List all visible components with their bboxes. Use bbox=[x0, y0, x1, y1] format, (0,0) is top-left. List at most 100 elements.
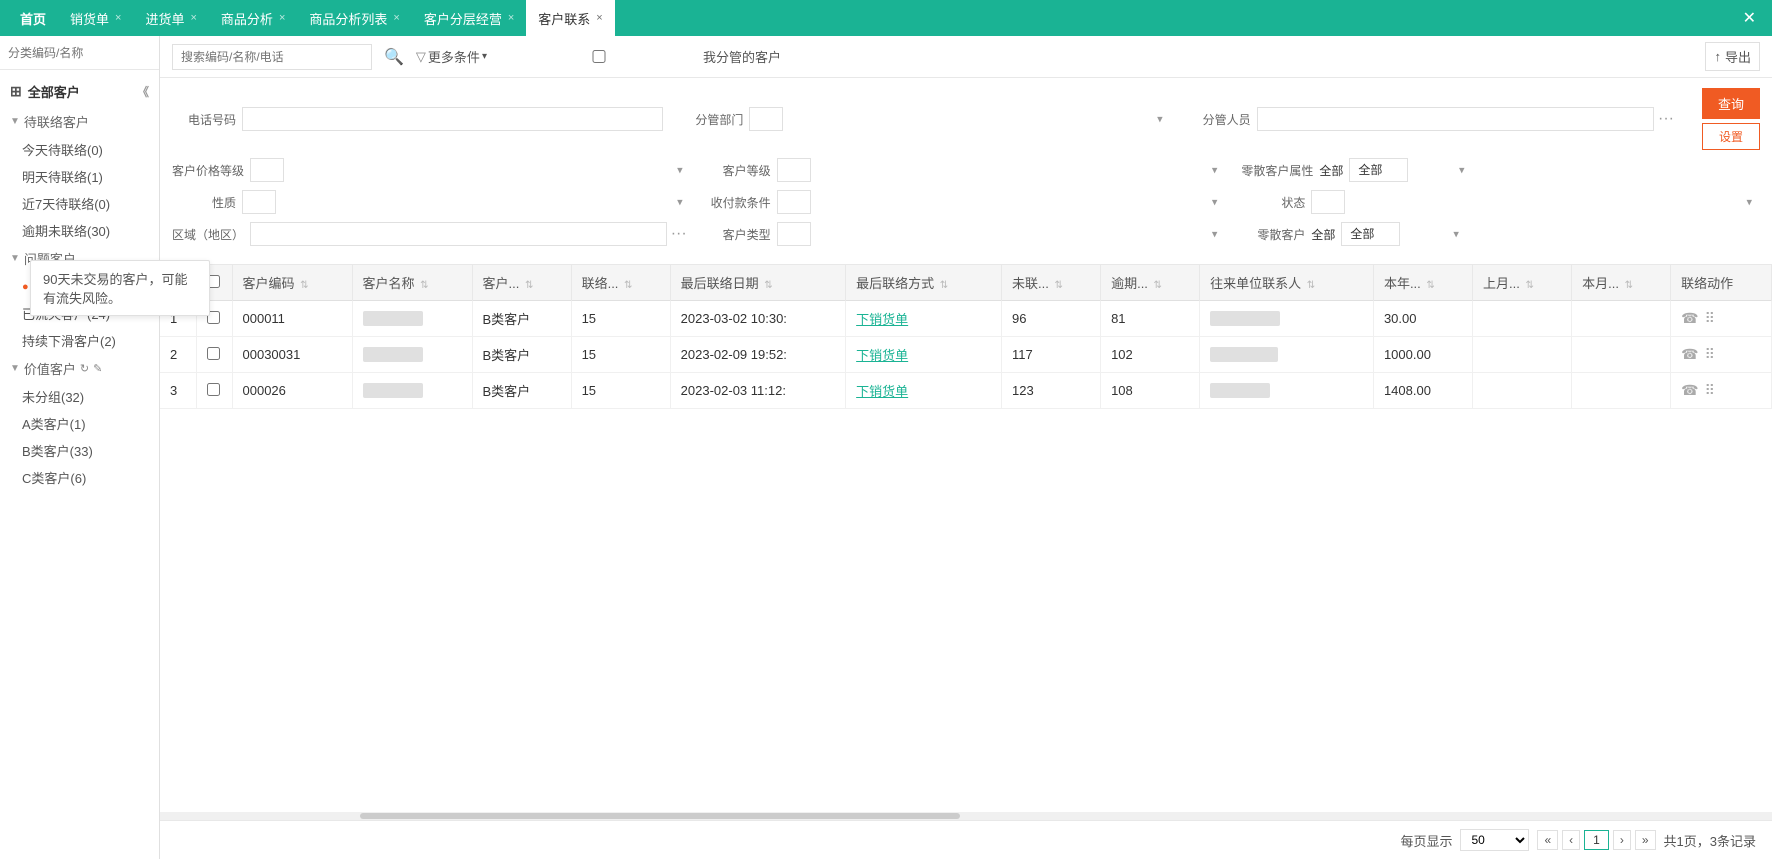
method-link-2[interactable]: 下销货单 bbox=[856, 348, 908, 363]
sidebar-item-overdue[interactable]: 逾期未联络(30) bbox=[0, 217, 159, 244]
col-code-sort[interactable]: ⇅ bbox=[300, 280, 308, 291]
sidebar-item-class-a[interactable]: A类客户(1) bbox=[0, 410, 159, 437]
next-page-button[interactable]: › bbox=[1613, 830, 1631, 850]
sidebar-item-declining[interactable]: 持续下滑客户(2) bbox=[0, 327, 159, 354]
sidebar-item-tomorrow-label: 明天待联络(1) bbox=[22, 167, 103, 186]
sidebar-item-tomorrow[interactable]: 明天待联络(1) bbox=[0, 163, 159, 190]
col-type-sort[interactable]: ⇅ bbox=[525, 280, 533, 291]
method-link-3[interactable]: 下销货单 bbox=[856, 384, 908, 399]
prev-page-button[interactable]: ‹ bbox=[1562, 830, 1580, 850]
nav-tab-purchase-close[interactable]: × bbox=[190, 12, 196, 24]
nav-tab-goods-analysis-list[interactable]: 商品分析列表 × bbox=[297, 0, 411, 36]
nav-tab-customer-contact[interactable]: 客户联系 × bbox=[526, 0, 614, 36]
col-last-method-sort[interactable]: ⇅ bbox=[940, 280, 948, 291]
search-input[interactable] bbox=[172, 44, 372, 70]
sidebar-item-ungrouped[interactable]: 未分组(32) bbox=[0, 383, 159, 410]
col-last-month-sort[interactable]: ⇅ bbox=[1525, 280, 1533, 291]
nav-tab-goods-analysis-close[interactable]: × bbox=[279, 12, 285, 24]
sidebar-item-today[interactable]: 今天待联络(0) bbox=[0, 136, 159, 163]
more-action-1[interactable]: ⠿ bbox=[1705, 310, 1715, 327]
contact-action-1[interactable]: ☎ bbox=[1681, 310, 1698, 327]
my-customers-filter[interactable]: 我分管的客户 bbox=[499, 47, 781, 66]
col-contact-num-sort[interactable]: ⇅ bbox=[624, 280, 632, 291]
horizontal-scrollbar[interactable] bbox=[160, 812, 1772, 820]
filter-field-status: 状态 bbox=[1241, 190, 1760, 214]
filter-label-customer-type: 客户类型 bbox=[707, 226, 771, 243]
sidebar-group-value[interactable]: ▼ 价值客户 ↻ ✎ bbox=[0, 354, 159, 383]
filter-select-gender[interactable] bbox=[242, 190, 276, 214]
value-group-edit[interactable]: ✎ bbox=[93, 362, 102, 375]
filter-select-payment[interactable] bbox=[777, 190, 811, 214]
scroll-thumb[interactable] bbox=[360, 813, 960, 819]
churn-tooltip-text: 90天未交易的客户，可能有流失风险。 bbox=[43, 272, 160, 306]
row-3-checkbox[interactable] bbox=[207, 383, 220, 396]
nav-tab-sales-close[interactable]: × bbox=[115, 12, 121, 24]
sidebar-group-pending[interactable]: ▼ 待联络客户 bbox=[0, 107, 159, 136]
my-customers-checkbox[interactable] bbox=[499, 50, 699, 63]
nav-tab-sales[interactable]: 销货单 × bbox=[58, 0, 133, 36]
filter-select-status[interactable] bbox=[1311, 190, 1345, 214]
filter-input-region[interactable] bbox=[250, 222, 667, 246]
sidebar-item-class-c[interactable]: C类客户(6) bbox=[0, 464, 159, 491]
filter-input-phone[interactable] bbox=[242, 107, 663, 131]
per-page-select[interactable]: 50 100 200 bbox=[1460, 829, 1529, 851]
nav-tab-goods-analysis-list-label: 商品分析列表 bbox=[309, 9, 387, 28]
filter-input-person[interactable] bbox=[1257, 107, 1654, 131]
sidebar-item-class-c-label: C类客户(6) bbox=[22, 468, 86, 487]
col-this-year-label: 本年... bbox=[1384, 276, 1421, 291]
col-this-year-sort[interactable]: ⇅ bbox=[1426, 280, 1434, 291]
cell-name-2: ████ bbox=[352, 337, 472, 373]
filter-region-more[interactable]: ··· bbox=[667, 225, 691, 243]
filter-select-customer-type[interactable] bbox=[777, 222, 811, 246]
filter-field-phone: 电话号码 bbox=[172, 107, 663, 131]
query-button[interactable]: 查询 bbox=[1702, 88, 1760, 119]
more-conditions-label: 更多条件 bbox=[428, 47, 480, 66]
filter-select-retail-attr[interactable]: 全部 bbox=[1349, 158, 1408, 182]
last-page-button[interactable]: » bbox=[1635, 830, 1656, 850]
filter-select-price-level[interactable] bbox=[250, 158, 284, 182]
filter-select-retail-customer[interactable]: 全部 bbox=[1341, 222, 1400, 246]
search-button[interactable]: 🔍 bbox=[384, 47, 404, 67]
nav-tab-goods-analysis[interactable]: 商品分析 × bbox=[209, 0, 297, 36]
more-conditions-button[interactable]: ▽ 更多条件 ▾ bbox=[416, 47, 487, 66]
cell-last-month-3 bbox=[1473, 373, 1572, 409]
col-contact-person: 往来单位联系人 ⇅ bbox=[1200, 265, 1374, 301]
contact-action-2[interactable]: ☎ bbox=[1681, 346, 1698, 363]
nav-tab-customer-tier[interactable]: 客户分层经营 × bbox=[412, 0, 526, 36]
nav-tab-customer-tier-close[interactable]: × bbox=[508, 12, 514, 24]
sidebar-item-7days[interactable]: 近7天待联络(0) bbox=[0, 190, 159, 217]
export-button[interactable]: ↑ 导出 bbox=[1705, 42, 1760, 71]
method-link-1[interactable]: 下销货单 bbox=[856, 312, 908, 327]
row-2-checkbox[interactable] bbox=[207, 347, 220, 360]
filter-label-dept: 分管部门 bbox=[679, 111, 743, 128]
col-last-date-sort[interactable]: ⇅ bbox=[764, 280, 772, 291]
table-row: 3 000026 ███ B类客户 15 2023-02-03 11:12: 下… bbox=[160, 373, 1772, 409]
first-page-button[interactable]: « bbox=[1537, 830, 1558, 850]
nav-tab-customer-contact-close[interactable]: × bbox=[596, 12, 602, 24]
nav-tab-goods-analysis-list-close[interactable]: × bbox=[393, 12, 399, 24]
cell-type-2: B类客户 bbox=[472, 337, 571, 373]
sidebar-search-input[interactable] bbox=[8, 46, 160, 60]
filter-select-dept[interactable] bbox=[749, 107, 783, 131]
settings-button[interactable]: 设置 bbox=[1702, 123, 1760, 150]
col-overdue-sort[interactable]: ⇅ bbox=[1154, 280, 1162, 291]
filter-person-more[interactable]: ··· bbox=[1654, 110, 1678, 128]
nav-tab-customer-tier-label: 客户分层经营 bbox=[424, 9, 502, 28]
sidebar-all-customers[interactable]: ⊞ 全部客户 《 bbox=[0, 76, 159, 107]
sidebar-collapse-icon[interactable]: 《 bbox=[137, 83, 149, 100]
value-group-refresh[interactable]: ↻ bbox=[80, 362, 89, 375]
col-uncontacted-sort[interactable]: ⇅ bbox=[1054, 280, 1062, 291]
col-name-sort[interactable]: ⇅ bbox=[420, 280, 428, 291]
col-type: 客户... ⇅ bbox=[472, 265, 571, 301]
contact-action-3[interactable]: ☎ bbox=[1681, 382, 1698, 399]
more-action-3[interactable]: ⠿ bbox=[1705, 382, 1715, 399]
sidebar-item-class-b[interactable]: B类客户(33) bbox=[0, 437, 159, 464]
more-action-2[interactable]: ⠿ bbox=[1705, 346, 1715, 363]
nav-tab-home[interactable]: 首页 bbox=[8, 0, 58, 36]
col-contact-person-sort[interactable]: ⇅ bbox=[1307, 280, 1315, 291]
col-this-month-sort[interactable]: ⇅ bbox=[1625, 280, 1633, 291]
filter-select-customer-level[interactable] bbox=[777, 158, 811, 182]
nav-tab-purchase[interactable]: 进货单 × bbox=[133, 0, 208, 36]
filter-label-gender: 性质 bbox=[172, 194, 236, 211]
window-close-button[interactable]: ✕ bbox=[1735, 8, 1764, 28]
